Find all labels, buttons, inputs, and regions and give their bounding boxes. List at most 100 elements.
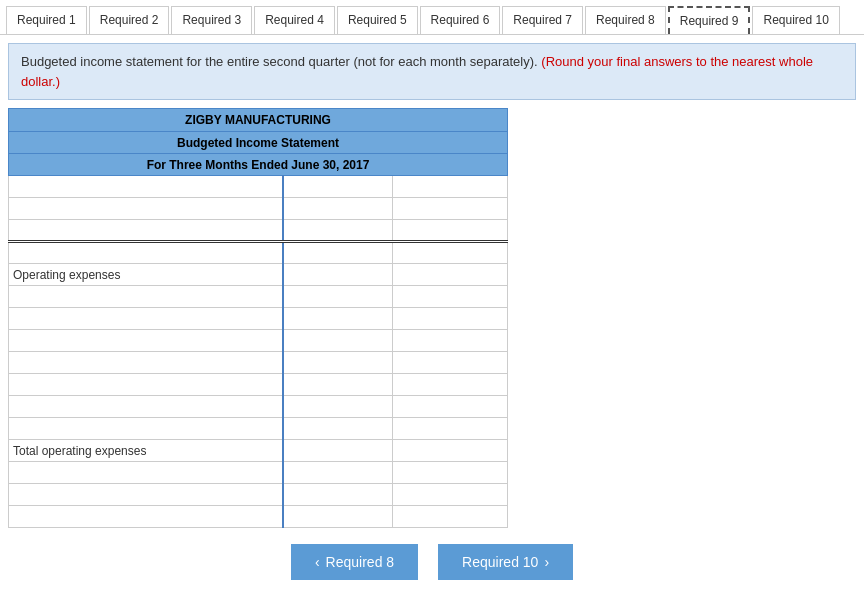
row-value-col1[interactable] [283, 352, 393, 374]
row-value-col2[interactable] [393, 264, 508, 286]
row-value-col2[interactable] [393, 242, 508, 264]
table-row [9, 462, 508, 484]
tab-required-10[interactable]: Required 10 [752, 6, 839, 34]
tab-required-3[interactable]: Required 3 [171, 6, 252, 34]
row-value-col1[interactable] [283, 484, 393, 506]
row-label [9, 396, 283, 418]
row-value-col2[interactable] [393, 308, 508, 330]
row-value-col2[interactable] [393, 484, 508, 506]
row-value-col2[interactable] [393, 462, 508, 484]
value-input-col1[interactable] [284, 198, 392, 219]
prev-button[interactable]: ‹ Required 8 [291, 544, 418, 580]
table-title-header: Budgeted Income Statement [9, 132, 508, 154]
row-value-col2[interactable] [393, 374, 508, 396]
row-label [9, 176, 283, 198]
table-row [9, 506, 508, 528]
value-input-col2[interactable] [393, 506, 507, 527]
row-value-col2[interactable] [393, 176, 508, 198]
row-value-col1[interactable] [283, 264, 393, 286]
table-row [9, 418, 508, 440]
row-value-col1[interactable] [283, 286, 393, 308]
value-input-col1[interactable] [284, 330, 392, 351]
tab-required-4[interactable]: Required 4 [254, 6, 335, 34]
row-value-col1[interactable] [283, 396, 393, 418]
row-value-col2[interactable] [393, 286, 508, 308]
prev-arrow-icon: ‹ [315, 554, 320, 570]
row-value-col1[interactable] [283, 418, 393, 440]
table-row [9, 374, 508, 396]
next-button[interactable]: Required 10 › [438, 544, 573, 580]
table-row [9, 396, 508, 418]
value-input-col2[interactable] [393, 176, 507, 197]
value-input-col1[interactable] [284, 396, 392, 417]
row-value-col1[interactable] [283, 506, 393, 528]
value-input-col1[interactable] [284, 308, 392, 329]
row-value-col2[interactable] [393, 418, 508, 440]
row-label [9, 462, 283, 484]
row-label: Operating expenses [9, 264, 283, 286]
value-input-col1[interactable] [284, 286, 392, 307]
row-value-col1[interactable] [283, 198, 393, 220]
row-value-col1[interactable] [283, 462, 393, 484]
tab-required-1[interactable]: Required 1 [6, 6, 87, 34]
value-input-col1[interactable] [284, 243, 392, 263]
table-row [9, 484, 508, 506]
row-label [9, 286, 283, 308]
row-value-col1[interactable] [283, 374, 393, 396]
table-company-header: ZIGBY MANUFACTURING [9, 109, 508, 132]
table-row [9, 176, 508, 198]
row-label [9, 506, 283, 528]
bottom-buttons: ‹ Required 8 Required 10 › [8, 544, 856, 580]
row-value-col1[interactable] [283, 330, 393, 352]
income-table: ZIGBY MANUFACTURING Budgeted Income Stat… [8, 108, 508, 528]
tab-bar: Required 1 Required 2 Required 3 Require… [0, 0, 864, 35]
row-value-col2[interactable] [393, 506, 508, 528]
table-period-header: For Three Months Ended June 30, 2017 [9, 154, 508, 176]
row-label [9, 308, 283, 330]
value-input-col1[interactable] [284, 462, 392, 483]
row-value-col2[interactable] [393, 330, 508, 352]
tab-required-8[interactable]: Required 8 [585, 6, 666, 34]
value-input-col1[interactable] [284, 220, 392, 240]
value-input-col2[interactable] [393, 440, 507, 461]
row-value-col2[interactable] [393, 198, 508, 220]
row-label [9, 352, 283, 374]
row-value-col2[interactable] [393, 396, 508, 418]
value-input-col1[interactable] [284, 506, 392, 527]
value-input-col1[interactable] [284, 484, 392, 505]
row-value-col2[interactable] [393, 352, 508, 374]
row-value-col2[interactable] [393, 440, 508, 462]
value-input-col2[interactable] [393, 243, 507, 263]
value-input-col2[interactable] [393, 462, 507, 483]
value-input-col1[interactable] [284, 374, 392, 395]
tab-required-7[interactable]: Required 7 [502, 6, 583, 34]
table-row [9, 198, 508, 220]
table-row: Total operating expenses [9, 440, 508, 462]
instruction-text: Budgeted income statement for the entire… [21, 54, 538, 69]
row-label [9, 374, 283, 396]
tab-required-6[interactable]: Required 6 [420, 6, 501, 34]
value-input-col1[interactable] [284, 352, 392, 373]
next-arrow-icon: › [544, 554, 549, 570]
table-row [9, 330, 508, 352]
tab-required-5[interactable]: Required 5 [337, 6, 418, 34]
row-label [9, 484, 283, 506]
row-value-col1[interactable] [283, 176, 393, 198]
row-value-col1[interactable] [283, 220, 393, 242]
table-row [9, 352, 508, 374]
value-input-col1[interactable] [284, 440, 392, 461]
row-value-col1[interactable] [283, 440, 393, 462]
next-button-label: Required 10 [462, 554, 538, 570]
tab-required-2[interactable]: Required 2 [89, 6, 170, 34]
table-row [9, 308, 508, 330]
tab-required-9[interactable]: Required 9 [668, 6, 751, 34]
value-input-col1[interactable] [284, 264, 392, 285]
income-statement-container: ZIGBY MANUFACTURING Budgeted Income Stat… [8, 108, 508, 528]
row-value-col1[interactable] [283, 308, 393, 330]
row-value-col1[interactable] [283, 242, 393, 264]
row-label [9, 242, 283, 264]
row-value-col2[interactable] [393, 220, 508, 242]
value-input-col1[interactable] [284, 176, 392, 197]
prev-button-label: Required 8 [326, 554, 395, 570]
value-input-col1[interactable] [284, 418, 392, 439]
